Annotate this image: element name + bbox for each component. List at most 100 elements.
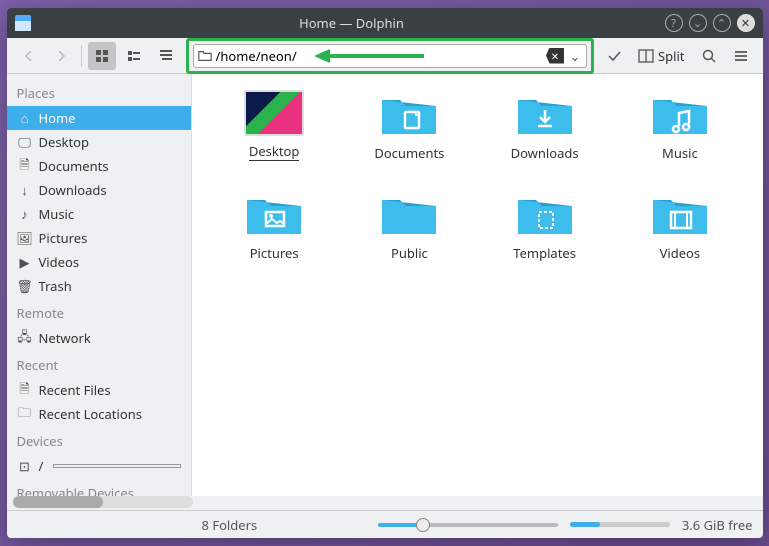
desktop-thumbnail-icon bbox=[244, 90, 304, 136]
sidebar-item-label: Documents bbox=[39, 157, 109, 175]
sidebar-item-label: Music bbox=[39, 205, 75, 223]
folder-icon bbox=[379, 190, 439, 238]
recent-files-icon: 🗎 bbox=[17, 382, 33, 398]
sidebar-item-videos[interactable]: ▶ Videos bbox=[7, 250, 191, 274]
folder-templates[interactable]: Templates bbox=[482, 190, 607, 262]
sidebar-item-label: Desktop bbox=[39, 133, 90, 151]
maximize-button[interactable]: ⌃ bbox=[713, 14, 731, 32]
icons-view-button[interactable] bbox=[88, 42, 116, 70]
folder-public[interactable]: Public bbox=[347, 190, 472, 262]
sidebar-item-root[interactable]: ⊡/ bbox=[7, 454, 191, 478]
file-label: Templates bbox=[513, 244, 576, 262]
search-button[interactable] bbox=[695, 42, 723, 70]
path-history-dropdown[interactable]: ⌄ bbox=[568, 47, 582, 65]
home-icon: ⌂ bbox=[17, 110, 33, 126]
forward-button[interactable] bbox=[47, 42, 75, 70]
sidebar-item-label: Downloads bbox=[39, 181, 107, 199]
downloads-icon: ↓ bbox=[17, 182, 33, 198]
sidebar-item-label: Trash bbox=[39, 277, 72, 295]
sidebar-item-downloads[interactable]: ↓ Downloads bbox=[7, 178, 191, 202]
file-label: Music bbox=[662, 144, 698, 162]
recent-locations-icon: 🗀 bbox=[17, 406, 33, 422]
root-icon: ⊡ bbox=[17, 458, 33, 474]
sidebar-item-label: Recent Locations bbox=[39, 405, 142, 423]
minimize-button[interactable]: ⌄ bbox=[689, 14, 707, 32]
folder-icon bbox=[515, 90, 575, 138]
menu-button[interactable] bbox=[727, 42, 755, 70]
pictures-icon: 🖼 bbox=[17, 230, 33, 246]
sidebar-item-label: / bbox=[39, 457, 44, 475]
folder-icon bbox=[650, 190, 710, 238]
desktop-icon: 🖵 bbox=[17, 134, 33, 150]
sidebar-item-network[interactable]: 🖧 Network bbox=[7, 326, 191, 350]
file-label: Documents bbox=[374, 144, 444, 162]
sidebar-item-recent-files[interactable]: 🗎 Recent Files bbox=[7, 378, 191, 402]
file-label: Videos bbox=[660, 244, 701, 262]
documents-icon: 🗎 bbox=[17, 158, 33, 174]
address-bar[interactable]: ✕ ⌄ bbox=[193, 44, 587, 68]
folder-icon bbox=[515, 190, 575, 238]
path-input[interactable] bbox=[216, 47, 542, 65]
music-icon: ♪ bbox=[17, 206, 33, 222]
sidebar-item-trash[interactable]: 🗑 Trash bbox=[7, 274, 191, 298]
sidebar-item-documents[interactable]: 🗎 Documents bbox=[7, 154, 191, 178]
zoom-slider[interactable] bbox=[378, 523, 558, 527]
split-label: Split bbox=[658, 47, 685, 65]
body: Places ⌂ Home 🖵 Desktop 🗎 Documents ↓ Downlo… bbox=[7, 74, 763, 496]
disk-usage-bar bbox=[53, 464, 180, 468]
recent-header: Recent bbox=[7, 350, 191, 378]
folder-icon bbox=[244, 190, 304, 238]
separator bbox=[81, 45, 82, 67]
file-view[interactable]: Desktop Documents Downloads Music Pictur… bbox=[192, 74, 763, 496]
help-button[interactable]: ? bbox=[665, 14, 683, 32]
trash-icon: 🗑 bbox=[17, 278, 33, 294]
sidebar-item-pictures[interactable]: 🖼 Pictures bbox=[7, 226, 191, 250]
sidebar-item-home[interactable]: ⌂ Home bbox=[7, 106, 191, 130]
details-view-button[interactable] bbox=[152, 42, 180, 70]
sidebar-item-recent-locations[interactable]: 🗀 Recent Locations bbox=[7, 402, 191, 426]
places-header: Places bbox=[7, 78, 191, 106]
sidebar-item-music[interactable]: ♪ Music bbox=[7, 202, 191, 226]
status-bar: 8 Folders 3.6 GiB free bbox=[7, 510, 763, 538]
folder-music[interactable]: Music bbox=[617, 90, 742, 162]
folder-path-icon bbox=[198, 49, 212, 63]
removable-header: Removable Devices bbox=[7, 478, 191, 496]
sidebar-item-label: Recent Files bbox=[39, 381, 111, 399]
sidebar-horizontal-scrollbar[interactable] bbox=[13, 496, 193, 508]
folder-pictures[interactable]: Pictures bbox=[212, 190, 337, 262]
folder-downloads[interactable]: Downloads bbox=[482, 90, 607, 162]
sidebar-item-label: Home bbox=[39, 109, 76, 127]
item-count: 8 Folders bbox=[202, 516, 258, 534]
app-window: Home — Dolphin ? ⌄ ⌃ ✕ ✕ ⌄ bbox=[7, 8, 763, 538]
zoom-slider-thumb[interactable] bbox=[416, 518, 430, 532]
address-bar-highlight: ✕ ⌄ bbox=[186, 38, 594, 74]
network-icon: 🖧 bbox=[17, 330, 33, 346]
devices-header: Devices bbox=[7, 426, 191, 454]
sidebar-item-label: Network bbox=[39, 329, 91, 347]
back-button[interactable] bbox=[15, 42, 43, 70]
split-view-button[interactable]: Split bbox=[632, 42, 691, 70]
file-label: Downloads bbox=[511, 144, 579, 162]
disk-free-label: 3.6 GiB free bbox=[682, 516, 753, 534]
sidebar-item-label: Pictures bbox=[39, 229, 88, 247]
folder-icon bbox=[379, 90, 439, 138]
titlebar: Home — Dolphin ? ⌄ ⌃ ✕ bbox=[7, 8, 763, 38]
clear-path-icon[interactable]: ✕ bbox=[546, 48, 564, 64]
split-icon bbox=[638, 48, 654, 64]
toolbar: ✕ ⌄ Split bbox=[7, 38, 763, 74]
videos-icon: ▶ bbox=[17, 254, 33, 270]
folder-icon bbox=[650, 90, 710, 138]
folder-documents[interactable]: Documents bbox=[347, 90, 472, 162]
sidebar-item-desktop[interactable]: 🖵 Desktop bbox=[7, 130, 191, 154]
app-icon bbox=[15, 15, 31, 31]
window-title: Home — Dolphin bbox=[39, 14, 665, 32]
close-button[interactable]: ✕ bbox=[737, 14, 755, 32]
sidebar-item-label: Videos bbox=[39, 253, 80, 271]
folder-videos[interactable]: Videos bbox=[617, 190, 742, 262]
file-label: Public bbox=[391, 244, 428, 262]
confirm-path-button[interactable] bbox=[600, 42, 628, 70]
compact-view-button[interactable] bbox=[120, 42, 148, 70]
file-label: Desktop bbox=[249, 142, 300, 161]
folder-desktop[interactable]: Desktop bbox=[212, 90, 337, 162]
window-controls: ? ⌄ ⌃ ✕ bbox=[665, 14, 755, 32]
